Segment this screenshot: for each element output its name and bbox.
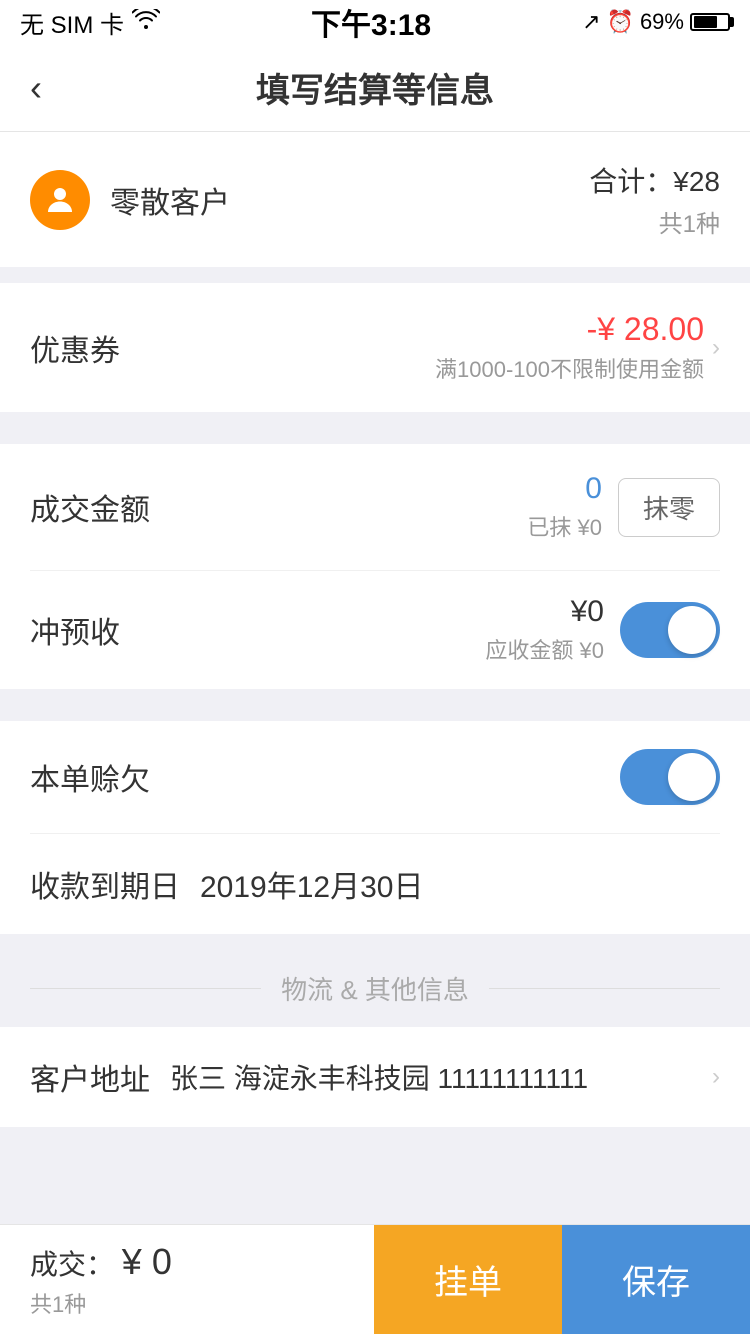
- transaction-value: 0: [527, 472, 602, 506]
- toggle-knob: [668, 606, 716, 654]
- logistics-line-right: [489, 988, 720, 989]
- coupon-section: 优惠券 -¥ 28.00 满1000-100不限制使用金额 ›: [0, 283, 750, 412]
- chevron-right-icon: ›: [712, 334, 720, 362]
- bottom-summary-count: 共1种: [30, 1287, 344, 1319]
- customer-name: 零散客户: [110, 178, 230, 222]
- bottom-summary-row: 成交： ¥ 0: [30, 1241, 344, 1283]
- coupon-row[interactable]: 优惠券 -¥ 28.00 满1000-100不限制使用金额 ›: [0, 283, 750, 412]
- coupon-right: -¥ 28.00 满1000-100不限制使用金额 ›: [435, 311, 720, 384]
- status-right: ↗ ⏰ 69%: [582, 9, 730, 35]
- page-title: 填写结算等信息: [256, 63, 494, 112]
- status-time: 下午3:18: [311, 0, 431, 44]
- prepay-toggle[interactable]: [620, 602, 720, 658]
- status-left: 无 SIM 卡: [20, 5, 160, 40]
- customer-total-amount: 合计：¥28: [589, 160, 720, 200]
- prepay-value-block: ¥0 应收金额 ¥0: [485, 595, 604, 665]
- prepay-value: ¥0: [485, 595, 604, 629]
- prepay-label: 冲预收: [30, 608, 120, 652]
- address-section: 客户地址 张三 海淀永丰科技园 11111111111 ›: [0, 1027, 750, 1127]
- logistics-line-left: [30, 988, 261, 989]
- bottom-summary: 成交： ¥ 0 共1种: [0, 1241, 374, 1319]
- debt-label: 本单赊欠: [30, 755, 150, 799]
- gray-divider-1: [0, 428, 750, 444]
- coupon-label: 优惠券: [30, 326, 120, 370]
- battery-icon: [690, 13, 730, 31]
- transaction-right: 0 已抹 ¥0 抹零: [527, 472, 720, 542]
- duedate-row[interactable]: 收款到期日 2019年12月30日: [0, 834, 750, 934]
- bottom-bar: 成交： ¥ 0 共1种 挂单 保存: [0, 1224, 750, 1334]
- coupon-amount: -¥ 28.00: [435, 311, 704, 348]
- no-sim-text: 无 SIM 卡: [20, 5, 124, 40]
- customer-total-count: 共1种: [589, 204, 720, 239]
- gray-divider-2: [0, 705, 750, 721]
- transaction-sub: 已抹 ¥0: [527, 510, 602, 542]
- address-value: 张三 海淀永丰科技园 11111111111: [170, 1057, 712, 1097]
- coupon-desc: 满1000-100不限制使用金额: [435, 352, 704, 384]
- customer-total: 合计：¥28 共1种: [589, 160, 720, 239]
- customer-left: 零散客户: [30, 170, 230, 230]
- transaction-label: 成交金额: [30, 485, 150, 529]
- customer-avatar: [30, 170, 90, 230]
- nav-bar: ‹ 填写结算等信息: [0, 44, 750, 132]
- coupon-value-block: -¥ 28.00 满1000-100不限制使用金额: [435, 311, 704, 384]
- debt-section: 本单赊欠 收款到期日 2019年12月30日: [0, 721, 750, 934]
- battery-percent: 69%: [640, 9, 684, 35]
- prepay-right: ¥0 应收金额 ¥0: [485, 595, 720, 665]
- alarm-icon: ⏰: [607, 9, 634, 35]
- roundup-button[interactable]: 抹零: [618, 478, 720, 537]
- debt-toggle-knob: [668, 753, 716, 801]
- address-row[interactable]: 客户地址 张三 海淀永丰科技园 11111111111 ›: [0, 1027, 750, 1127]
- customer-section: 零散客户 合计：¥28 共1种: [0, 132, 750, 267]
- transaction-section: 成交金额 0 已抹 ¥0 抹零 冲预收 ¥0 应收金额 ¥0: [0, 444, 750, 689]
- transaction-row: 成交金额 0 已抹 ¥0 抹零: [0, 444, 750, 570]
- duedate-label: 收款到期日: [30, 862, 180, 906]
- content: 零散客户 合计：¥28 共1种 优惠券 -¥ 28.00 满1000-100不限…: [0, 132, 750, 1263]
- address-chevron-icon: ›: [712, 1063, 720, 1091]
- logistics-divider: 物流 & 其他信息: [0, 950, 750, 1027]
- customer-row[interactable]: 零散客户 合计：¥28 共1种: [0, 132, 750, 267]
- transaction-value-block: 0 已抹 ¥0: [527, 472, 602, 542]
- bottom-summary-label: 成交：: [30, 1249, 114, 1280]
- address-label: 客户地址: [30, 1055, 150, 1099]
- debt-toggle[interactable]: [620, 749, 720, 805]
- hold-button[interactable]: 挂单: [374, 1225, 562, 1334]
- location-icon: ↗: [582, 9, 600, 35]
- wifi-icon: [132, 8, 160, 36]
- debt-row: 本单赊欠: [0, 721, 750, 833]
- logistics-label: 物流 & 其他信息: [281, 970, 469, 1007]
- back-button[interactable]: ‹: [30, 67, 42, 109]
- prepay-row: 冲预收 ¥0 应收金额 ¥0: [0, 571, 750, 689]
- duedate-value: 2019年12月30日: [200, 862, 423, 906]
- bottom-summary-amount: ¥ 0: [122, 1241, 172, 1282]
- status-bar: 无 SIM 卡 下午3:18 ↗ ⏰ 69%: [0, 0, 750, 44]
- save-button[interactable]: 保存: [562, 1225, 750, 1334]
- prepay-sub: 应收金额 ¥0: [485, 633, 604, 665]
